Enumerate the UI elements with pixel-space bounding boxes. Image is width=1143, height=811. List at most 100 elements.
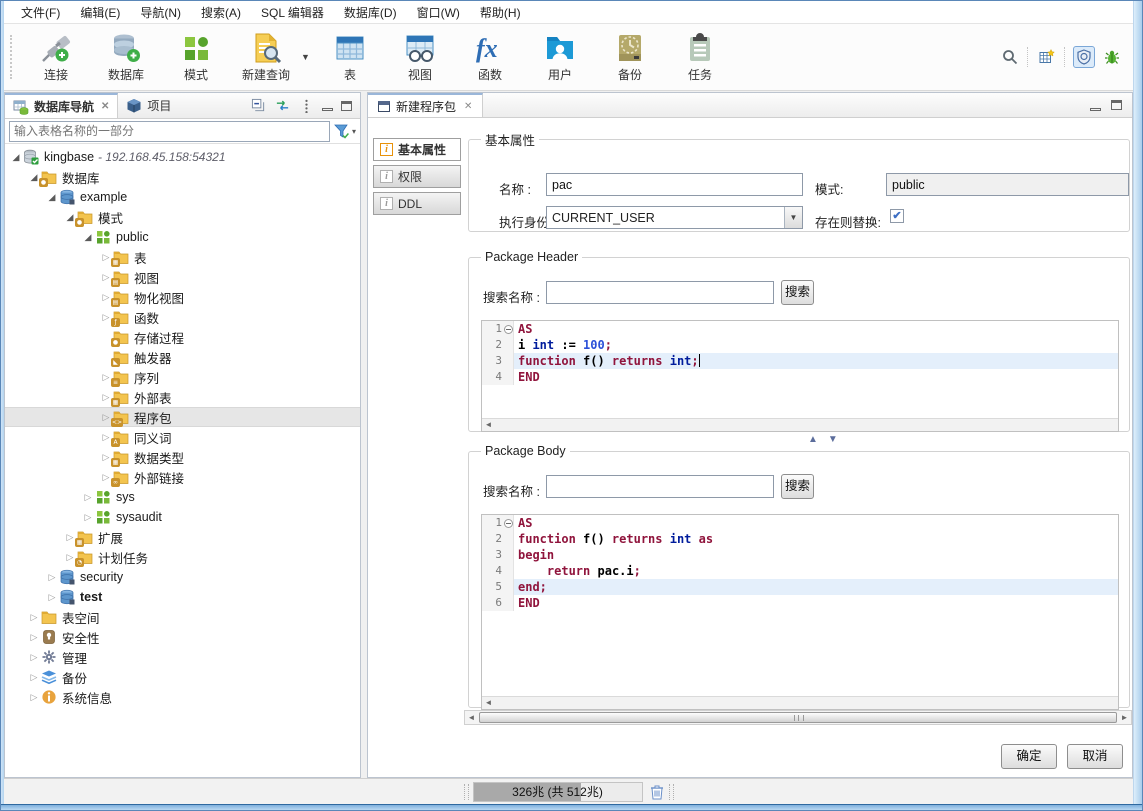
side-tab-基本属性[interactable]: i 基本属性 <box>373 138 461 161</box>
code-line-2[interactable]: 2 i int := 100; <box>482 337 1118 353</box>
tree-expander-icon[interactable]: ▷ <box>81 512 95 523</box>
tree-item-视图[interactable]: ▷ ▤ 视图 <box>5 267 360 287</box>
tree-item-序列[interactable]: ▷ ≡ 序列 <box>5 367 360 387</box>
toolbar-button-表[interactable]: 表 <box>315 28 385 86</box>
side-tab-DDL[interactable]: i DDL <box>373 192 461 215</box>
tree-expander-icon[interactable]: ▷ <box>27 652 41 663</box>
tree-item-sysaudit[interactable]: ▷ sysaudit <box>5 507 360 527</box>
tree-item-表空间[interactable]: ▷ 表空间 <box>5 607 360 627</box>
minimize-view-icon[interactable] <box>1090 107 1101 111</box>
header-editor-hscrollbar[interactable]: ◄ <box>482 418 1118 431</box>
tree-item-安全性[interactable]: ▷ 安全性 <box>5 627 360 647</box>
toolbar-button-备份[interactable]: 备份 <box>595 28 665 86</box>
tab-close-icon[interactable]: ✕ <box>101 101 109 112</box>
tree-item-kingbase[interactable]: ◢ kingbase - 192.168.45.158:54321 <box>5 147 360 167</box>
tree-item-example[interactable]: ◢ example <box>5 187 360 207</box>
code-line-6[interactable]: 6 END <box>482 595 1118 611</box>
nav-tab-数据库导航[interactable]: 数据库导航 ✕ <box>5 93 119 118</box>
tree-item-sys[interactable]: ▷ sys <box>5 487 360 507</box>
toolbar-button-任务[interactable]: 任务 <box>665 28 735 86</box>
maximize-view-icon[interactable] <box>341 100 352 111</box>
toolbar-button-连接[interactable]: 连接 <box>21 28 91 86</box>
filter-funnel-icon[interactable]: ▾ <box>334 123 356 139</box>
menu-编辑(E)[interactable]: 编辑(E) <box>71 1 129 24</box>
code-line-4[interactable]: 4 return pac.i; <box>482 563 1118 579</box>
tab-close-icon[interactable]: ✕ <box>464 101 472 112</box>
toolbar-button-用户[interactable]: 用户 <box>525 28 595 86</box>
header-search-input[interactable] <box>546 281 774 304</box>
replace-checkbox[interactable]: ✔ <box>890 209 904 223</box>
tree-item-security[interactable]: ▷ security <box>5 567 360 587</box>
maximize-view-icon[interactable] <box>1111 100 1122 110</box>
view-menu-icon[interactable] <box>298 98 314 114</box>
header-search-button[interactable]: 搜索 <box>781 280 814 305</box>
body-code-editor[interactable]: 1 AS 2 function f() returns int as 3 begin 4 r… <box>481 514 1119 710</box>
tree-item-数据库[interactable]: ◢ ● 数据库 <box>5 167 360 187</box>
tree-expander-icon[interactable]: ◢ <box>81 232 95 243</box>
code-line-1[interactable]: 1 AS <box>482 321 1118 337</box>
authid-dropdown-icon[interactable]: ▼ <box>784 207 802 228</box>
tree-item-系统信息[interactable]: ▷ 系统信息 <box>5 687 360 707</box>
tree-expander-icon[interactable]: ▷ <box>45 572 59 583</box>
tree-expander-icon[interactable]: ◢ <box>45 192 59 203</box>
tree-item-数据类型[interactable]: ▷ ▦ 数据类型 <box>5 447 360 467</box>
tree-expander-icon[interactable]: ▷ <box>27 692 41 703</box>
menu-帮助(H)[interactable]: 帮助(H) <box>471 1 530 24</box>
menu-搜索(A)[interactable]: 搜索(A) <box>192 1 250 24</box>
code-line-3[interactable]: 3 function f() returns int; <box>482 353 1118 369</box>
scroll-left-icon[interactable]: ◄ <box>465 712 478 724</box>
tree-item-外部链接[interactable]: ▷ ∞ 外部链接 <box>5 467 360 487</box>
menu-数据库(D)[interactable]: 数据库(D) <box>335 1 406 24</box>
tree-item-test[interactable]: ▷ test <box>5 587 360 607</box>
cancel-button[interactable]: 取消 <box>1067 744 1123 769</box>
tree-item-外部表[interactable]: ▷ ▦ 外部表 <box>5 387 360 407</box>
tree-expander-icon[interactable]: ▷ <box>27 672 41 683</box>
menu-窗口(W)[interactable]: 窗口(W) <box>408 1 469 24</box>
name-input[interactable] <box>546 173 803 196</box>
menu-文件(F)[interactable]: 文件(F) <box>12 1 69 24</box>
garbage-collect-icon[interactable] <box>649 783 665 801</box>
table-filter-input[interactable] <box>9 120 330 142</box>
tree-item-触发器[interactable]: ◣ 触发器 <box>5 347 360 367</box>
bug-icon[interactable] <box>1101 46 1123 68</box>
tree-expander-icon[interactable]: ▷ <box>27 632 41 643</box>
new-table-icon[interactable] <box>1036 46 1058 68</box>
scrollbar-thumb[interactable] <box>479 712 1117 723</box>
header-code-editor[interactable]: 1 AS 2 i int := 100; 3 function f() returns i… <box>481 320 1119 432</box>
fold-collapse-icon[interactable] <box>502 515 514 531</box>
shield-icon[interactable] <box>1073 46 1095 68</box>
tree-item-扩展[interactable]: ▷ ▦ 扩展 <box>5 527 360 547</box>
tree-expander-icon[interactable]: ▷ <box>27 612 41 623</box>
code-line-5[interactable]: 5 end; <box>482 579 1118 595</box>
code-line-4[interactable]: 4 END <box>482 369 1118 385</box>
tree-expander-icon[interactable]: ▷ <box>45 592 59 603</box>
toolbar-button-视图[interactable]: 视图 <box>385 28 455 86</box>
tree-item-备份[interactable]: ▷ 备份 <box>5 667 360 687</box>
minimize-view-icon[interactable] <box>322 108 333 111</box>
toolbar-button-新建查询[interactable]: 新建查询 <box>231 28 301 86</box>
search-icon[interactable] <box>999 46 1021 68</box>
code-line-1[interactable]: 1 AS <box>482 515 1118 531</box>
tab-new-package[interactable]: 新建程序包 ✕ <box>368 93 484 117</box>
code-line-2[interactable]: 2 function f() returns int as <box>482 531 1118 547</box>
tree-item-管理[interactable]: ▷ 管理 <box>5 647 360 667</box>
ok-button[interactable]: 确定 <box>1001 744 1057 769</box>
menu-导航(N)[interactable]: 导航(N) <box>131 1 190 24</box>
tree-item-public[interactable]: ◢ public <box>5 227 360 247</box>
scroll-right-icon[interactable]: ► <box>1118 712 1131 724</box>
tree-expander-icon[interactable]: ▷ <box>81 492 95 503</box>
tree-item-程序包[interactable]: ▷ <> 程序包 <box>5 407 360 427</box>
tree-item-物化视图[interactable]: ▷ ▤ 物化视图 <box>5 287 360 307</box>
tree-item-存储过程[interactable]: ● 存储过程 <box>5 327 360 347</box>
body-search-input[interactable] <box>546 475 774 498</box>
authid-combo[interactable]: CURRENT_USER ▼ <box>546 206 803 229</box>
collapse-all-icon[interactable] <box>250 98 266 114</box>
tree-item-同义词[interactable]: ▷ A 同义词 <box>5 427 360 447</box>
body-editor-hscrollbar[interactable]: ◄ <box>482 696 1118 709</box>
fold-collapse-icon[interactable] <box>502 321 514 337</box>
toolbar-button-数据库[interactable]: 数据库 <box>91 28 161 86</box>
body-search-button[interactable]: 搜索 <box>781 474 814 499</box>
tree-item-计划任务[interactable]: ▷ ◔ 计划任务 <box>5 547 360 567</box>
toolbar-button-函数[interactable]: fx 函数 <box>455 28 525 86</box>
tree-item-函数[interactable]: ▷ ƒ 函数 <box>5 307 360 327</box>
